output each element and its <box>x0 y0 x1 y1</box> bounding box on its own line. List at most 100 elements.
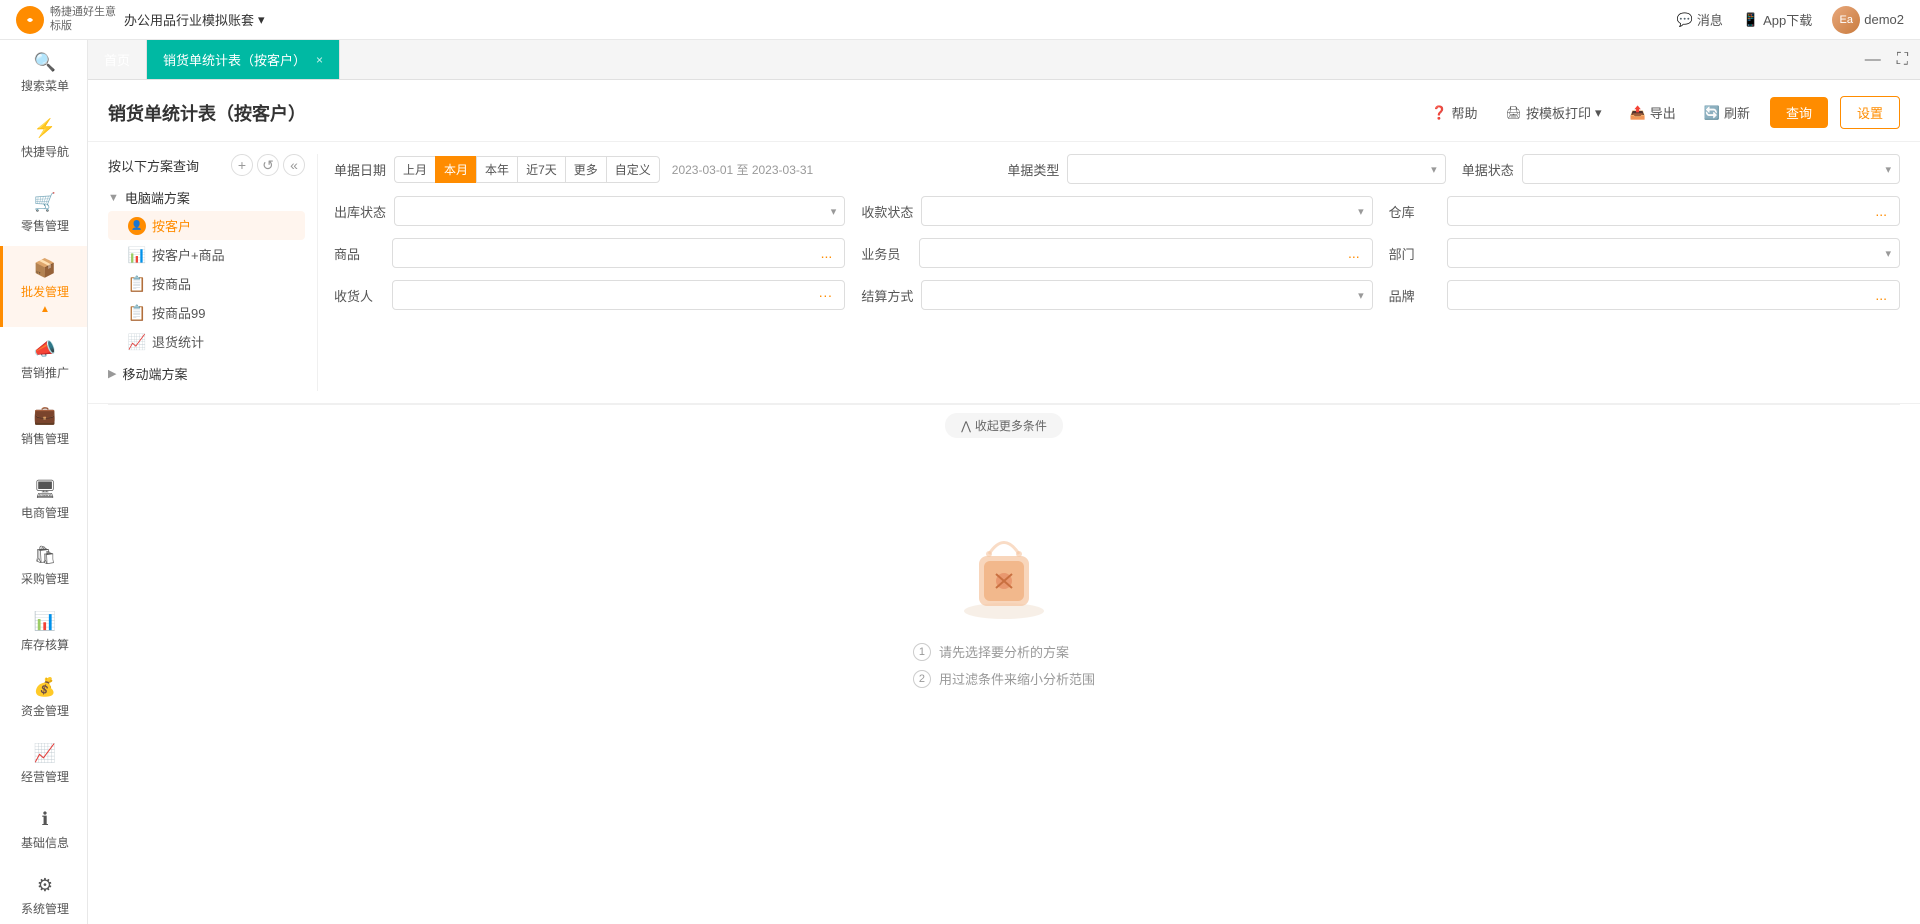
export-button[interactable]: 📤 导出 <box>1622 99 1684 126</box>
chart-icon: 📊 <box>128 246 146 264</box>
salesperson-dots-icon[interactable]: ... <box>1344 245 1364 261</box>
maximize-button[interactable]: ⛶ <box>1893 47 1912 73</box>
scheme-item-by-customer[interactable]: 👤 按客户 <box>108 211 305 240</box>
doc-status-filter-item: 单据状态 ▾ <box>1462 154 1900 184</box>
department-select[interactable]: ▾ <box>1447 238 1900 268</box>
consignee-input[interactable]: ··· <box>392 280 845 310</box>
warehouse-filter-item: 仓库 ... <box>1389 196 1900 226</box>
industry-selector[interactable]: 办公用品行业模拟账套 ▾ <box>124 10 265 29</box>
refresh-button[interactable]: 🔄 刷新 <box>1696 99 1758 126</box>
message-button[interactable]: 💬 消息 <box>1677 10 1723 29</box>
sidebar-item-ecommerce[interactable]: 🖥 电商管理 <box>0 467 87 533</box>
finance-icon: 💰 <box>34 677 56 698</box>
filter-row-2: 出库状态 ▾ 收款状态 ▾ <box>334 196 1900 226</box>
product-input[interactable]: ... <box>392 238 845 268</box>
sidebar-item-label: 零售管理 <box>21 217 69 234</box>
basic-icon: ℹ <box>42 809 49 830</box>
logo-area: 畅捷通好生意 标版 <box>16 6 116 34</box>
filter-row-1: 单据日期 上月 本月 本年 近7天 更多 自定义 20 <box>334 154 1900 184</box>
sidebar-item-sales[interactable]: 💼 销售管理 <box>0 393 87 459</box>
mobile-group-header[interactable]: ▶ 移动端方案 <box>108 360 305 387</box>
payment-status-filter-item: 收款状态 ▾ <box>861 196 1372 226</box>
last-month-btn[interactable]: 上月 <box>394 156 435 183</box>
refresh-scheme-button[interactable]: ↺ <box>257 154 279 176</box>
product-dots-icon[interactable]: ... <box>817 245 837 261</box>
scheme-item-by-product[interactable]: 📋 按商品 <box>108 269 305 298</box>
scheme-header-label: 按以下方案查询 <box>108 156 199 175</box>
custom-btn[interactable]: 自定义 <box>606 156 660 183</box>
warehouse-dots-icon[interactable]: ... <box>1871 203 1891 219</box>
group-expand-icon: ▼ <box>108 192 119 204</box>
tab-close-button[interactable]: × <box>316 53 323 67</box>
sidebar-item-wholesale[interactable]: 📦 批发管理 ▲ <box>0 246 87 327</box>
marketing-icon: 📣 <box>34 339 56 360</box>
date-filter-control: 上月 本月 本年 近7天 更多 自定义 2023-03-01 至 2023-03… <box>394 156 991 183</box>
date-filter: 上月 本月 本年 近7天 更多 自定义 <box>394 156 660 183</box>
brand-dots-icon[interactable]: ... <box>1871 287 1891 303</box>
app-download-label: App下载 <box>1763 10 1812 29</box>
query-button[interactable]: 查询 <box>1770 97 1828 128</box>
doc-status-select[interactable]: ▾ <box>1522 154 1900 184</box>
table-icon: 📋 <box>128 275 146 293</box>
sidebar-item-marketing[interactable]: 📣 营销推广 <box>0 327 87 393</box>
mobile-scheme-group: ▶ 移动端方案 <box>108 360 305 387</box>
sidebar-item-operations[interactable]: 📈 经营管理 <box>0 731 87 797</box>
empty-state: 1 请先选择要分析的方案 2 用过滤条件来缩小分析范围 <box>88 446 1920 768</box>
app-download-button[interactable]: 📱 App下载 <box>1743 10 1812 29</box>
active-tab-label: 销货单统计表（按客户） <box>163 50 306 69</box>
out-status-select[interactable]: ▾ <box>394 196 845 226</box>
desktop-group-header[interactable]: ▼ 电脑端方案 <box>108 184 305 211</box>
mobile-icon: 📱 <box>1743 12 1759 28</box>
refresh-label: 刷新 <box>1724 103 1750 122</box>
message-label: 消息 <box>1697 10 1723 29</box>
brand-input[interactable]: ... <box>1447 280 1900 310</box>
settlement-select[interactable]: ▾ <box>921 280 1372 310</box>
scheme-item-customer-product[interactable]: 📊 按客户+商品 <box>108 240 305 269</box>
settings-button[interactable]: 设置 <box>1840 96 1900 129</box>
print-button[interactable]: 🖨 按模板打印 ▾ <box>1498 99 1610 126</box>
customer-product-label: 按客户+商品 <box>152 245 225 264</box>
more-btn[interactable]: 更多 <box>565 156 606 183</box>
sidebar-item-inventory[interactable]: 📊 库存核算 <box>0 599 87 665</box>
doc-type-select[interactable]: ▾ <box>1067 154 1445 184</box>
payment-status-label: 收款状态 <box>861 202 913 221</box>
user-menu[interactable]: Ea demo2 <box>1832 6 1904 34</box>
tab-home[interactable]: 首页 <box>88 40 147 79</box>
sidebar-item-quick-nav[interactable]: ⚡ 快捷导航 <box>0 106 87 172</box>
operations-icon: 📈 <box>34 743 56 764</box>
collapse-scheme-button[interactable]: « <box>283 154 305 176</box>
sidebar-item-label: 快捷导航 <box>21 143 69 160</box>
empty-icon <box>944 526 1064 626</box>
sidebar-item-search[interactable]: 🔍 搜索菜单 <box>0 40 87 106</box>
sidebar: 🔍 搜索菜单 ⚡ 快捷导航 🛒 零售管理 📦 批发管理 ▲ 📣 营销推广 💼 销… <box>0 40 88 924</box>
date-label: 单据日期 <box>334 160 386 179</box>
logo-icon <box>16 6 44 34</box>
filter-row-3: 商品 ... 业务员 ... <box>334 238 1900 268</box>
department-label: 部门 <box>1389 244 1439 263</box>
payment-status-chevron-icon: ▾ <box>1358 205 1364 218</box>
last-7-btn[interactable]: 近7天 <box>517 156 565 183</box>
sidebar-item-retail[interactable]: 🛒 零售管理 <box>0 180 87 246</box>
this-year-btn[interactable]: 本年 <box>476 156 517 183</box>
inventory-icon: 📊 <box>34 611 56 632</box>
warehouse-input[interactable]: ... <box>1447 196 1900 226</box>
settlement-filter-item: 结算方式 ▾ <box>861 280 1372 310</box>
out-status-filter-item: 出库状态 ▾ <box>334 196 845 226</box>
consignee-dots-icon[interactable]: ··· <box>814 287 836 303</box>
sidebar-item-label: 搜索菜单 <box>21 77 69 94</box>
add-scheme-button[interactable]: + <box>231 154 253 176</box>
payment-status-select[interactable]: ▾ <box>921 196 1372 226</box>
tab-active[interactable]: 销货单统计表（按客户） × <box>147 40 340 79</box>
scheme-item-by-product99[interactable]: 📋 按商品99 <box>108 298 305 327</box>
sidebar-item-system[interactable]: ⚙ 系统管理 <box>0 863 87 924</box>
sidebar-item-purchase[interactable]: 🛍 采购管理 <box>0 533 87 599</box>
top-header: 畅捷通好生意 标版 办公用品行业模拟账套 ▾ 💬 消息 📱 App下载 Ea d… <box>0 0 1920 40</box>
scheme-item-return-stats[interactable]: 📈 退货统计 <box>108 327 305 356</box>
collapse-button[interactable]: ⋀ 收起更多条件 <box>945 413 1063 438</box>
sidebar-item-finance[interactable]: 💰 资金管理 <box>0 665 87 731</box>
sidebar-item-basic[interactable]: ℹ 基础信息 <box>0 797 87 863</box>
help-button[interactable]: ❓ 帮助 <box>1423 99 1485 126</box>
minimize-button[interactable]: — <box>1861 47 1885 73</box>
salesperson-input[interactable]: ... <box>919 238 1372 268</box>
this-month-btn[interactable]: 本月 <box>435 156 476 183</box>
